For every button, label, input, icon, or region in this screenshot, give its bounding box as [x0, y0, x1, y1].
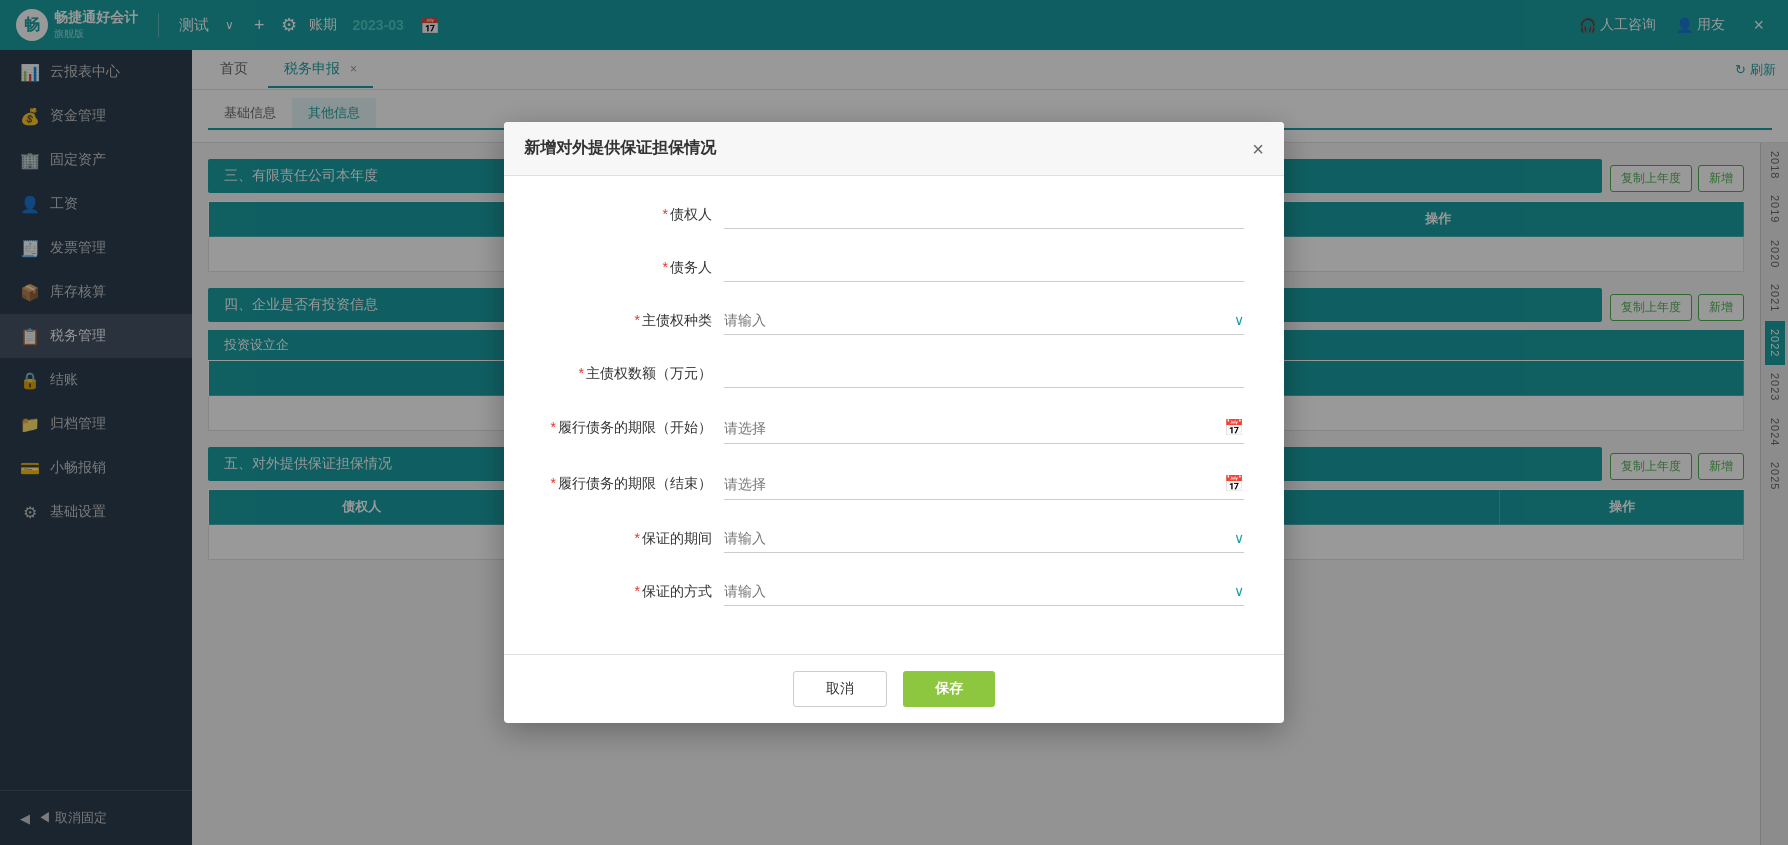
claim-type-label: *主债权种类: [544, 312, 724, 330]
form-row-period-start: *履行债务的期限（开始） 📅: [544, 412, 1244, 444]
debtor-label: *债务人: [544, 259, 724, 277]
period-start-calendar-icon[interactable]: 📅: [1224, 418, 1244, 437]
modal-footer: 取消 保存: [504, 654, 1284, 723]
modal: 新增对外提供保证担保情况 × *债权人 *债务人 *主债权种类: [504, 122, 1284, 723]
cancel-button[interactable]: 取消: [793, 671, 887, 707]
creditor-input[interactable]: [724, 200, 1244, 229]
guarantee-method-select-wrapper[interactable]: ∨: [724, 577, 1244, 606]
guarantee-period-select-wrapper[interactable]: ∨: [724, 524, 1244, 553]
form-row-period-end: *履行债务的期限（结束） 📅: [544, 468, 1244, 500]
period-end-label: *履行债务的期限（结束）: [544, 475, 724, 493]
guarantee-method-chevron-icon[interactable]: ∨: [1234, 583, 1244, 599]
period-end-calendar-icon[interactable]: 📅: [1224, 474, 1244, 493]
claim-amount-label: *主债权数额（万元）: [544, 365, 724, 383]
claim-type-select-wrapper[interactable]: ∨: [724, 306, 1244, 335]
form-row-creditor: *债权人: [544, 200, 1244, 229]
form-row-guarantee-period: *保证的期间 ∨: [544, 524, 1244, 553]
form-row-claim-type: *主债权种类 ∨: [544, 306, 1244, 335]
form-row-debtor: *债务人: [544, 253, 1244, 282]
period-start-input[interactable]: [724, 420, 1224, 436]
modal-overlay: 新增对外提供保证担保情况 × *债权人 *债务人 *主债权种类: [0, 0, 1788, 845]
guarantee-period-input[interactable]: [724, 530, 1234, 546]
modal-header: 新增对外提供保证担保情况 ×: [504, 122, 1284, 176]
guarantee-period-label: *保证的期间: [544, 530, 724, 548]
period-end-date-wrapper[interactable]: 📅: [724, 468, 1244, 500]
claim-type-input[interactable]: [724, 312, 1234, 328]
modal-close-button[interactable]: ×: [1252, 139, 1264, 159]
creditor-label: *债权人: [544, 206, 724, 224]
guarantee-method-label: *保证的方式: [544, 583, 724, 601]
form-row-guarantee-method: *保证的方式 ∨: [544, 577, 1244, 606]
period-end-input[interactable]: [724, 476, 1224, 492]
period-start-label: *履行债务的期限（开始）: [544, 419, 724, 437]
period-start-date-wrapper[interactable]: 📅: [724, 412, 1244, 444]
guarantee-method-input[interactable]: [724, 583, 1234, 599]
modal-body: *债权人 *债务人 *主债权种类 ∨: [504, 176, 1284, 654]
form-row-claim-amount: *主债权数额（万元）: [544, 359, 1244, 388]
claim-amount-input[interactable]: [724, 359, 1244, 388]
modal-title: 新增对外提供保证担保情况: [524, 138, 716, 159]
claim-type-chevron-icon[interactable]: ∨: [1234, 312, 1244, 328]
save-button[interactable]: 保存: [903, 671, 995, 707]
debtor-input[interactable]: [724, 253, 1244, 282]
guarantee-period-chevron-icon[interactable]: ∨: [1234, 530, 1244, 546]
